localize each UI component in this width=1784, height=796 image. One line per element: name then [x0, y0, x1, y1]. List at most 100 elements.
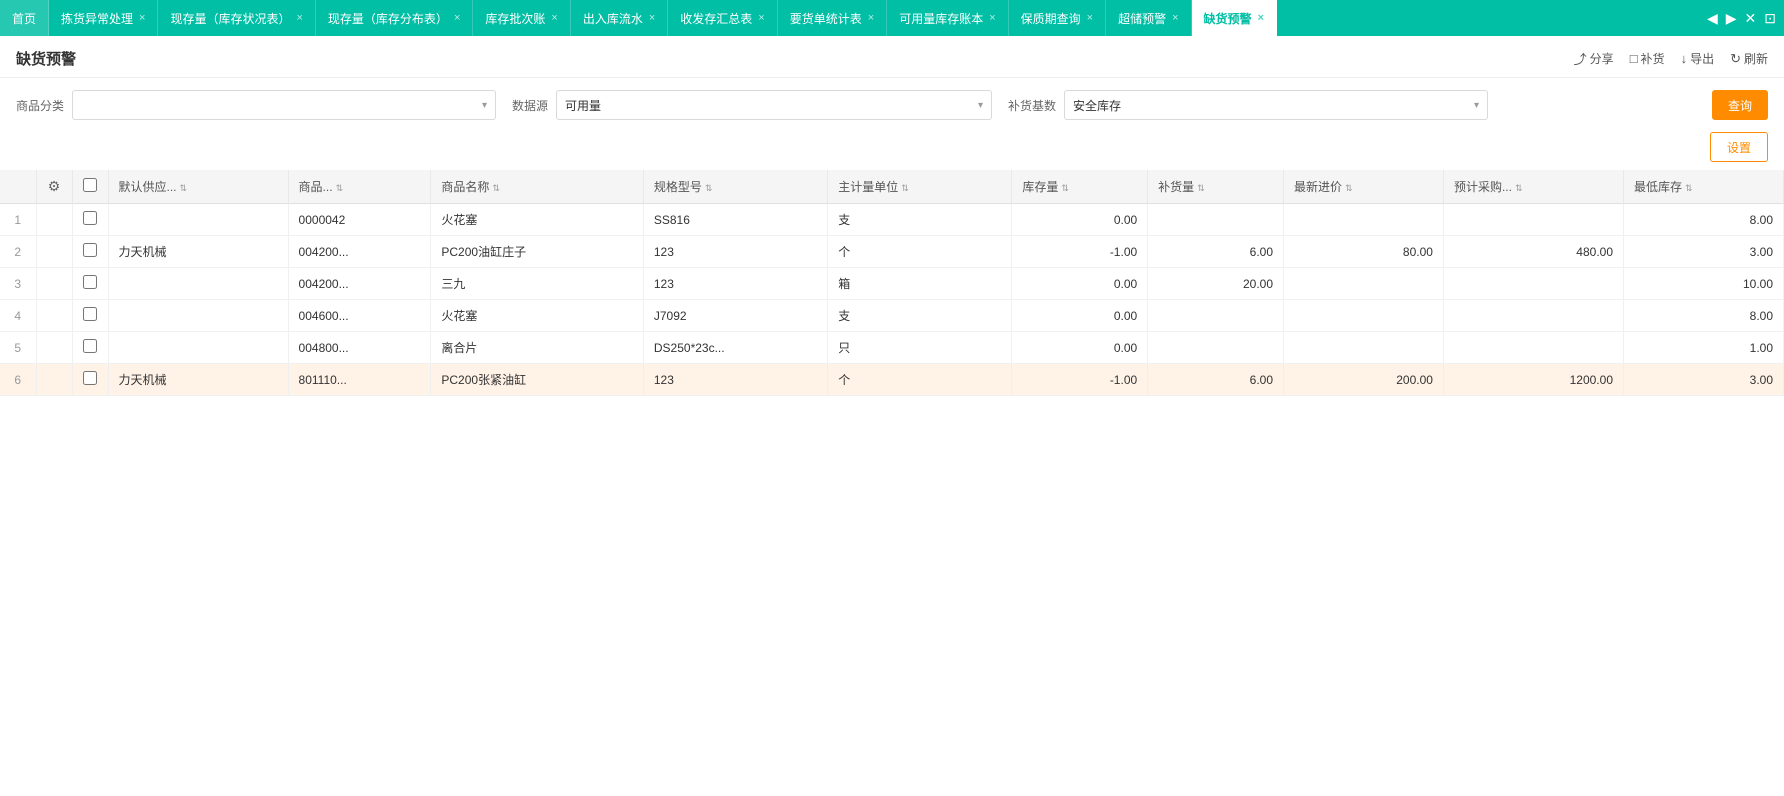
- cell-supplier: [108, 204, 288, 236]
- tab-prev-button[interactable]: ◀: [1703, 0, 1722, 36]
- th-replenish[interactable]: 补货量⇅: [1148, 170, 1284, 204]
- cell-checkbox[interactable]: [72, 204, 108, 236]
- th-unit[interactable]: 主计量单位⇅: [828, 170, 1012, 204]
- cell-checkbox[interactable]: [72, 268, 108, 300]
- tab-expand-button[interactable]: ⊡: [1760, 0, 1780, 36]
- th-spec[interactable]: 规格型号⇅: [643, 170, 827, 204]
- tab-next-button[interactable]: ▶: [1722, 0, 1741, 36]
- cell-product_code: 801110...: [288, 364, 431, 396]
- tab-item-shortage[interactable]: 缺货预警×: [1192, 0, 1277, 36]
- export-action[interactable]: ↓ 导出: [1681, 50, 1715, 67]
- sort-icon-estimated_purchase: ⇅: [1515, 183, 1523, 193]
- select-all-checkbox[interactable]: [83, 178, 97, 192]
- cell-unit: 支: [828, 300, 1012, 332]
- row-checkbox[interactable]: [83, 275, 97, 289]
- tab-close-icon[interactable]: ×: [989, 12, 995, 24]
- row-checkbox[interactable]: [83, 339, 97, 353]
- tab-item-expiry-query[interactable]: 保质期查询×: [1009, 0, 1106, 36]
- tab-item-home[interactable]: 首页: [0, 0, 49, 36]
- th-estimated_purchase[interactable]: 预计采购...⇅: [1443, 170, 1623, 204]
- table-row: 2力天机械004200...PC200油缸庄子123个-1.006.0080.0…: [0, 236, 1784, 268]
- sort-icon-product_name: ⇅: [492, 183, 500, 193]
- tab-label: 超储预警: [1118, 10, 1166, 27]
- tab-item-inventory-dist[interactable]: 现存量（库存分布表） ×: [316, 0, 473, 36]
- tab-close-icon[interactable]: ×: [139, 12, 145, 24]
- sort-icon-supplier: ⇅: [180, 183, 188, 193]
- tab-label: 现存量（库存分布表）: [328, 10, 448, 27]
- cell-latest_price: [1284, 268, 1444, 300]
- cell-replenish: 6.00: [1148, 236, 1284, 268]
- cell-product_name: 离合片: [431, 332, 644, 364]
- tab-close-icon[interactable]: ×: [551, 12, 557, 24]
- cell-estimated_purchase: [1443, 300, 1623, 332]
- cell-unit: 个: [828, 236, 1012, 268]
- tab-close-icon[interactable]: ×: [868, 12, 874, 24]
- datasource-select[interactable]: 可用量 ▾: [556, 90, 992, 120]
- cell-checkbox[interactable]: [72, 300, 108, 332]
- row-checkbox[interactable]: [83, 371, 97, 385]
- tab-item-batch-account[interactable]: 库存批次账×: [473, 0, 570, 36]
- cell-checkbox[interactable]: [72, 364, 108, 396]
- data-table: ⚙默认供应...⇅商品...⇅商品名称⇅规格型号⇅主计量单位⇅库存量⇅补货量⇅最…: [0, 170, 1784, 396]
- th-settings[interactable]: ⚙: [36, 170, 72, 204]
- tab-label: 出入库流水: [583, 10, 643, 27]
- cell-replenish: 20.00: [1148, 268, 1284, 300]
- cell-min_stock: 1.00: [1624, 332, 1784, 364]
- cell-spec: SS816: [643, 204, 827, 236]
- cell-stock: -1.00: [1012, 236, 1148, 268]
- tab-close-icon[interactable]: ×: [296, 12, 302, 24]
- share-action[interactable]: ⤴ 分享: [1574, 49, 1614, 68]
- th-min_stock[interactable]: 最低库存⇅: [1624, 170, 1784, 204]
- tab-close-icon[interactable]: ×: [1087, 12, 1093, 24]
- tab-close-icon[interactable]: ×: [1258, 12, 1264, 24]
- tab-close-all-button[interactable]: ✕: [1741, 0, 1761, 36]
- th-checkbox[interactable]: [72, 170, 108, 204]
- row-checkbox[interactable]: [83, 243, 97, 257]
- tab-item-receive-summary[interactable]: 收发存汇总表×: [668, 0, 777, 36]
- row-checkbox[interactable]: [83, 211, 97, 225]
- cell-supplier: 力天机械: [108, 364, 288, 396]
- settings-button[interactable]: 设置: [1710, 132, 1768, 162]
- refresh-action[interactable]: ↻ 刷新: [1730, 50, 1768, 67]
- cell-checkbox[interactable]: [72, 236, 108, 268]
- cell-replenish: [1148, 332, 1284, 364]
- table-body: 10000042火花塞SS816支0.008.002力天机械004200...P…: [0, 204, 1784, 396]
- cell-product_name: PC200张紧油缸: [431, 364, 644, 396]
- th-product_name[interactable]: 商品名称⇅: [431, 170, 644, 204]
- tab-item-available-ledger[interactable]: 可用量库存账本×: [887, 0, 1008, 36]
- cell-estimated_purchase: [1443, 268, 1623, 300]
- main-content: 缺货预警 ⤴ 分享 □ 补货 ↓ 导出 ↻ 刷新 商品分类: [0, 36, 1784, 796]
- tab-item-exception[interactable]: 拣货异常处理 ×: [49, 0, 158, 36]
- tab-close-icon[interactable]: ×: [454, 12, 460, 24]
- tab-close-icon[interactable]: ×: [1172, 12, 1178, 24]
- tab-item-inventory-status[interactable]: 现存量（库存状况表） ×: [158, 0, 315, 36]
- th-latest_price[interactable]: 最新进价⇅: [1284, 170, 1444, 204]
- tab-bar: 首页拣货异常处理×现存量（库存状况表）×现存量（库存分布表）×库存批次账×出入库…: [0, 0, 1784, 36]
- th-stock[interactable]: 库存量⇅: [1012, 170, 1148, 204]
- th-product_code[interactable]: 商品...⇅: [288, 170, 431, 204]
- row-checkbox[interactable]: [83, 307, 97, 321]
- tab-item-inout-flow[interactable]: 出入库流水 ×: [571, 0, 668, 36]
- replenish-label: 补货: [1641, 50, 1665, 67]
- replenish-base-select[interactable]: 安全库存 ▾: [1064, 90, 1488, 120]
- cell-checkbox[interactable]: [72, 332, 108, 364]
- query-button[interactable]: 查询: [1712, 90, 1768, 120]
- tab-close-icon[interactable]: ×: [649, 12, 655, 24]
- cell-stock: 0.00: [1012, 300, 1148, 332]
- tab-item-overstock[interactable]: 超储预警 ×: [1106, 0, 1191, 36]
- header-actions: ⤴ 分享 □ 补货 ↓ 导出 ↻ 刷新: [1574, 49, 1768, 68]
- tab-close-icon[interactable]: ×: [758, 12, 764, 24]
- tab-label: 拣货异常处理: [61, 10, 133, 27]
- cell-spec: DS250*23c...: [643, 332, 827, 364]
- th-label-spec: 规格型号: [654, 180, 702, 194]
- cell-min_stock: 3.00: [1624, 236, 1784, 268]
- th-label-product_code: 商品...: [299, 180, 333, 194]
- cell-seq: 6: [0, 364, 36, 396]
- column-settings-button[interactable]: ⚙: [48, 178, 61, 195]
- replenish-action[interactable]: □ 补货: [1630, 50, 1665, 67]
- category-select[interactable]: ▾: [72, 90, 496, 120]
- tab-label: 现存量（库存状况表）: [170, 10, 290, 27]
- tab-item-order-stats[interactable]: 要货单统计表×: [778, 0, 887, 36]
- cell-spec: 123: [643, 364, 827, 396]
- th-supplier[interactable]: 默认供应...⇅: [108, 170, 288, 204]
